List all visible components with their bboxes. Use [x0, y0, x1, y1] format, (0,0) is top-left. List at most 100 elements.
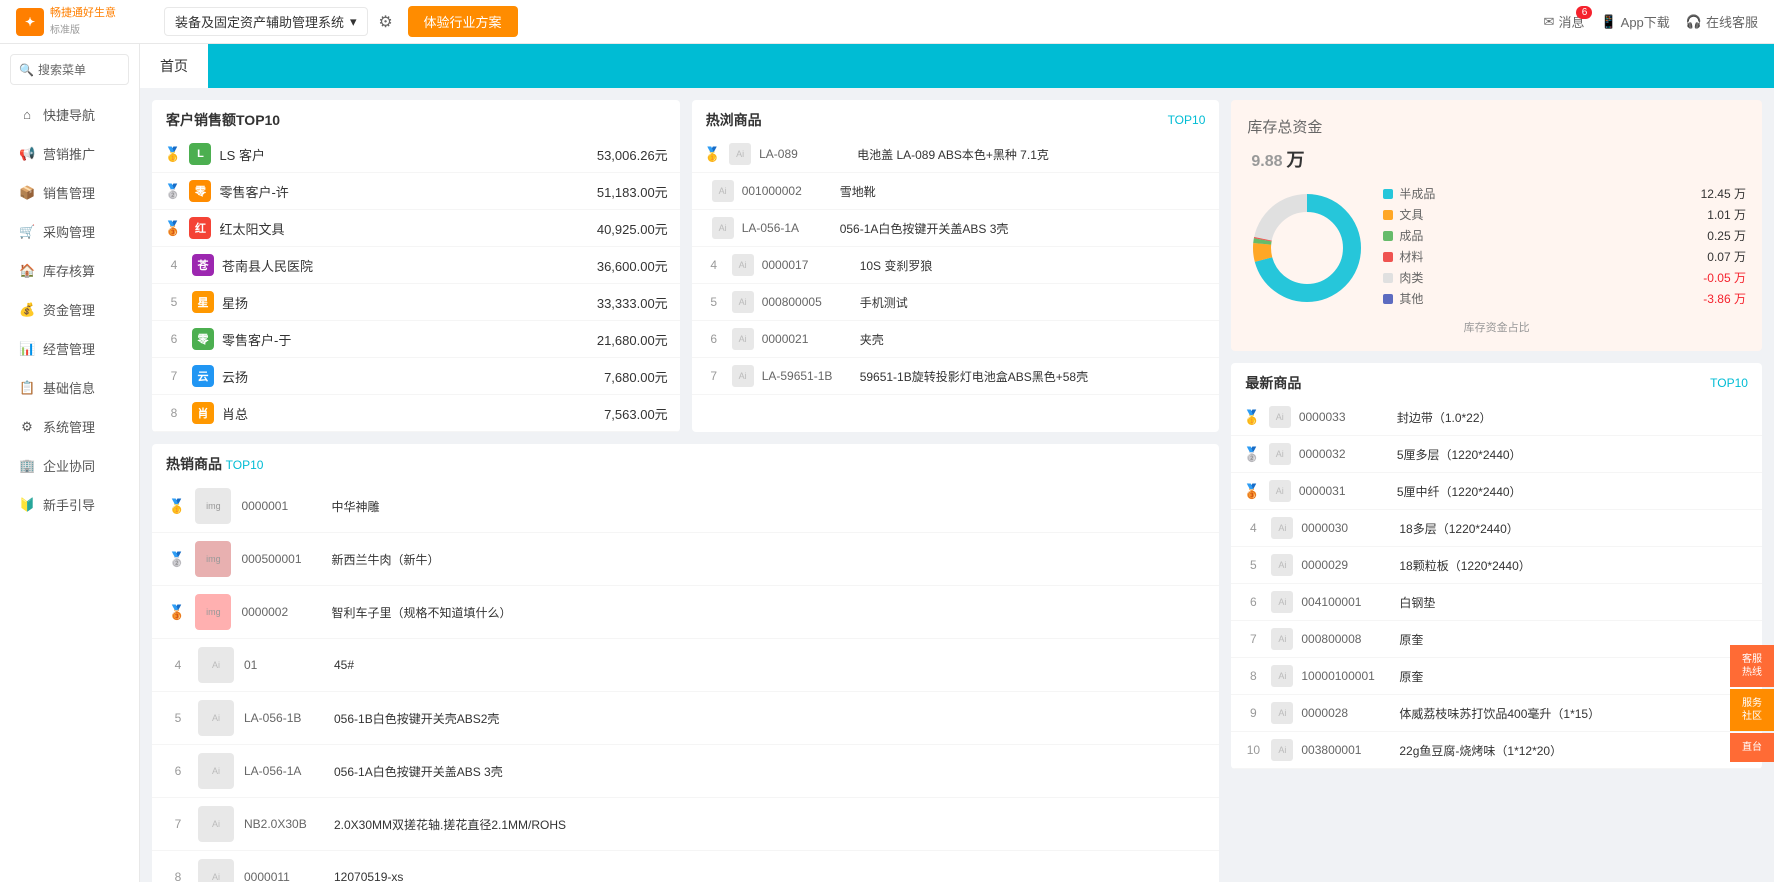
product-code: 0000030	[1301, 521, 1391, 535]
product-code: 0000011	[244, 870, 324, 882]
nav-icon-sales: 📦	[19, 185, 35, 201]
product-thumbnail: img	[195, 594, 231, 630]
rank-num: 9	[1243, 706, 1263, 720]
page-tabs: 首页	[140, 44, 1774, 88]
sidebar-item-marketing[interactable]: 📢营销推广	[0, 134, 139, 173]
rank-num: 4	[704, 258, 724, 272]
nav-icon-purchase: 🛒	[19, 224, 35, 240]
product-thumb: Ai	[1271, 517, 1293, 539]
new-product-item: 8 Ai 10000100001 原奎	[1231, 658, 1762, 695]
message-icon: ✉	[1544, 14, 1555, 30]
product-thumb: Ai	[732, 365, 754, 387]
service-hotline-btn[interactable]: 客服热线	[1730, 645, 1774, 687]
product-thumb: Ai	[1271, 665, 1293, 687]
hot-viewed-item: 4 Ai 0000017 10S 变刹罗狼	[692, 247, 1220, 284]
new-products-panel: 最新商品 TOP10 🥇 Ai 0000033 封边带（1.0*22） 🥈 Ai…	[1231, 363, 1762, 769]
product-name: 056-1A白色按键开关盖ABS 3壳	[334, 763, 1203, 780]
app-download-btn[interactable]: 📱 App下载	[1600, 12, 1669, 31]
product-thumb: Ai	[1269, 443, 1291, 465]
rank-num: 8	[168, 870, 188, 882]
rank-medal: 🥉	[1243, 483, 1260, 500]
customer-rank-item: 7 云 云扬 7,680.00元	[152, 358, 680, 395]
product-code: 004100001	[1301, 595, 1391, 609]
trial-button[interactable]: 体验行业方案	[408, 6, 518, 37]
product-name: 5厘多层（1220*2440）	[1397, 446, 1750, 463]
sidebar-item-enterprise[interactable]: 🏢企业协同	[0, 446, 139, 485]
legend-value: 1.01 万	[1696, 206, 1746, 223]
inventory-chart-row: 半成品 12.45 万 文具 1.01 万 成品 0.25 万 材料 0.07 …	[1247, 185, 1746, 311]
legend-item: 文具 1.01 万	[1383, 206, 1746, 223]
sidebar-item-inventory[interactable]: 🏠库存核算	[0, 251, 139, 290]
message-btn[interactable]: ✉ 消息 6	[1544, 12, 1585, 31]
nav-icon-operations: 📊	[19, 341, 35, 357]
product-name: 原奎	[1399, 631, 1750, 648]
product-code: 0000028	[1301, 706, 1391, 720]
hot-sales-panel: 热销商品 TOP10 🥇 img 0000001 中华神雕 🥈 img 0005…	[152, 444, 1219, 882]
top-panels: 客户销售额TOP10 🥇 L LS 客户 53,006.26元 🥈 零 零售客户…	[152, 100, 1219, 432]
tab-home[interactable]: 首页	[140, 44, 208, 88]
rank-medal: 🥇	[168, 498, 185, 515]
hot-sales-item: 4 Ai 01 45#	[152, 639, 1219, 692]
legend-name: 材料	[1399, 248, 1690, 265]
service-community-btn[interactable]: 服务社区	[1730, 689, 1774, 731]
inventory-amount: 9.88万	[1247, 141, 1746, 173]
customer-rank-item: 🥈 零 零售客户-许 51,183.00元	[152, 173, 680, 210]
customer-panel-title: 客户销售额TOP10	[166, 110, 280, 130]
right-column: 库存总资金 9.88万	[1231, 100, 1762, 882]
gear-button[interactable]: ⚙	[372, 8, 400, 36]
product-code: LA-056-1A	[742, 221, 832, 235]
customer-name: 星扬	[222, 293, 589, 312]
hot-viewed-item: 🥇 Ai LA-089 电池盖 LA-089 ABS本色+黑种 7.1克	[692, 136, 1220, 173]
new-product-item: 5 Ai 0000029 18颗粒板（1220*2440）	[1231, 547, 1762, 584]
product-name: 056-1A白色按键开关盖ABS 3壳	[840, 220, 1208, 237]
customer-name: 云扬	[222, 367, 596, 386]
product-thumbnail: Ai	[198, 859, 234, 882]
rank-medal: 🥉	[168, 604, 185, 621]
sidebar-item-quick-nav[interactable]: ⌂快捷导航	[0, 95, 139, 134]
system-name: 装备及固定资产辅助管理系统	[175, 12, 344, 31]
product-thumbnail: Ai	[198, 806, 234, 842]
customer-rank-item: 5 星 星扬 33,333.00元	[152, 284, 680, 321]
product-name: 体威荔枝味苏打饮品400毫升（1*15）	[1399, 705, 1750, 722]
sidebar-item-guide[interactable]: 🔰新手引导	[0, 485, 139, 524]
product-code: 0000021	[762, 332, 852, 346]
new-products-header: 最新商品 TOP10	[1231, 363, 1762, 399]
sidebar-item-basic[interactable]: 📋基础信息	[0, 368, 139, 407]
sidebar-item-system[interactable]: ⚙系统管理	[0, 407, 139, 446]
online-service-btn[interactable]: 🎧 在线客服	[1686, 12, 1758, 31]
new-products-title: 最新商品	[1245, 373, 1301, 393]
hot-viewed-item: 7 Ai LA-59651-1B 59651-1B旋转投影灯电池盒ABS黑色+5…	[692, 358, 1220, 395]
product-code: 0000029	[1301, 558, 1391, 572]
customer-avatar: L	[189, 143, 211, 165]
rank-num: 5	[1243, 558, 1263, 572]
search-menu-btn[interactable]: 🔍 搜索菜单	[10, 54, 129, 85]
rank-num: 10	[1243, 743, 1263, 757]
customer-avatar: 肖	[192, 402, 214, 424]
product-name: 056-1B白色按键开关壳ABS2壳	[334, 710, 1203, 727]
sidebar-item-purchase[interactable]: 🛒采购管理	[0, 212, 139, 251]
customer-amount: 40,925.00元	[597, 219, 668, 238]
desk-btn[interactable]: 直台	[1730, 733, 1774, 762]
new-product-item: 🥇 Ai 0000033 封边带（1.0*22）	[1231, 399, 1762, 436]
hot-viewed-panel: 热浏商品 TOP10 🥇 Ai LA-089 电池盖 LA-089 ABS本色+…	[692, 100, 1220, 432]
sidebar-item-finance[interactable]: 💰资金管理	[0, 290, 139, 329]
product-name: 18颗粒板（1220*2440）	[1399, 557, 1750, 574]
system-selector[interactable]: 装备及固定资产辅助管理系统 ▾	[164, 7, 368, 36]
product-code: 0000001	[241, 499, 321, 513]
rank-medal: 🥈	[1243, 446, 1260, 463]
customer-rank-item: 6 零 零售客户-于 21,680.00元	[152, 321, 680, 358]
rank-num: 8	[1243, 669, 1263, 683]
sidebar-item-operations[interactable]: 📊经营管理	[0, 329, 139, 368]
product-code: 001000002	[742, 184, 832, 198]
product-name: 22g鱼豆腐-烧烤味（1*12*20）	[1399, 742, 1750, 759]
product-code: 003800001	[1301, 743, 1391, 757]
rank-medal: 🥉	[164, 220, 181, 237]
legend-dot	[1383, 294, 1393, 304]
sidebar-item-sales[interactable]: 📦销售管理	[0, 173, 139, 212]
product-name: 新西兰牛肉（新牛）	[331, 551, 1203, 568]
rank-medal: 🥇	[704, 146, 721, 163]
nav-icon-quick-nav: ⌂	[19, 107, 35, 122]
rank-num: 6	[164, 332, 184, 346]
hot-sales-title: 热销商品	[166, 456, 222, 472]
product-name: 封边带（1.0*22）	[1397, 409, 1750, 426]
